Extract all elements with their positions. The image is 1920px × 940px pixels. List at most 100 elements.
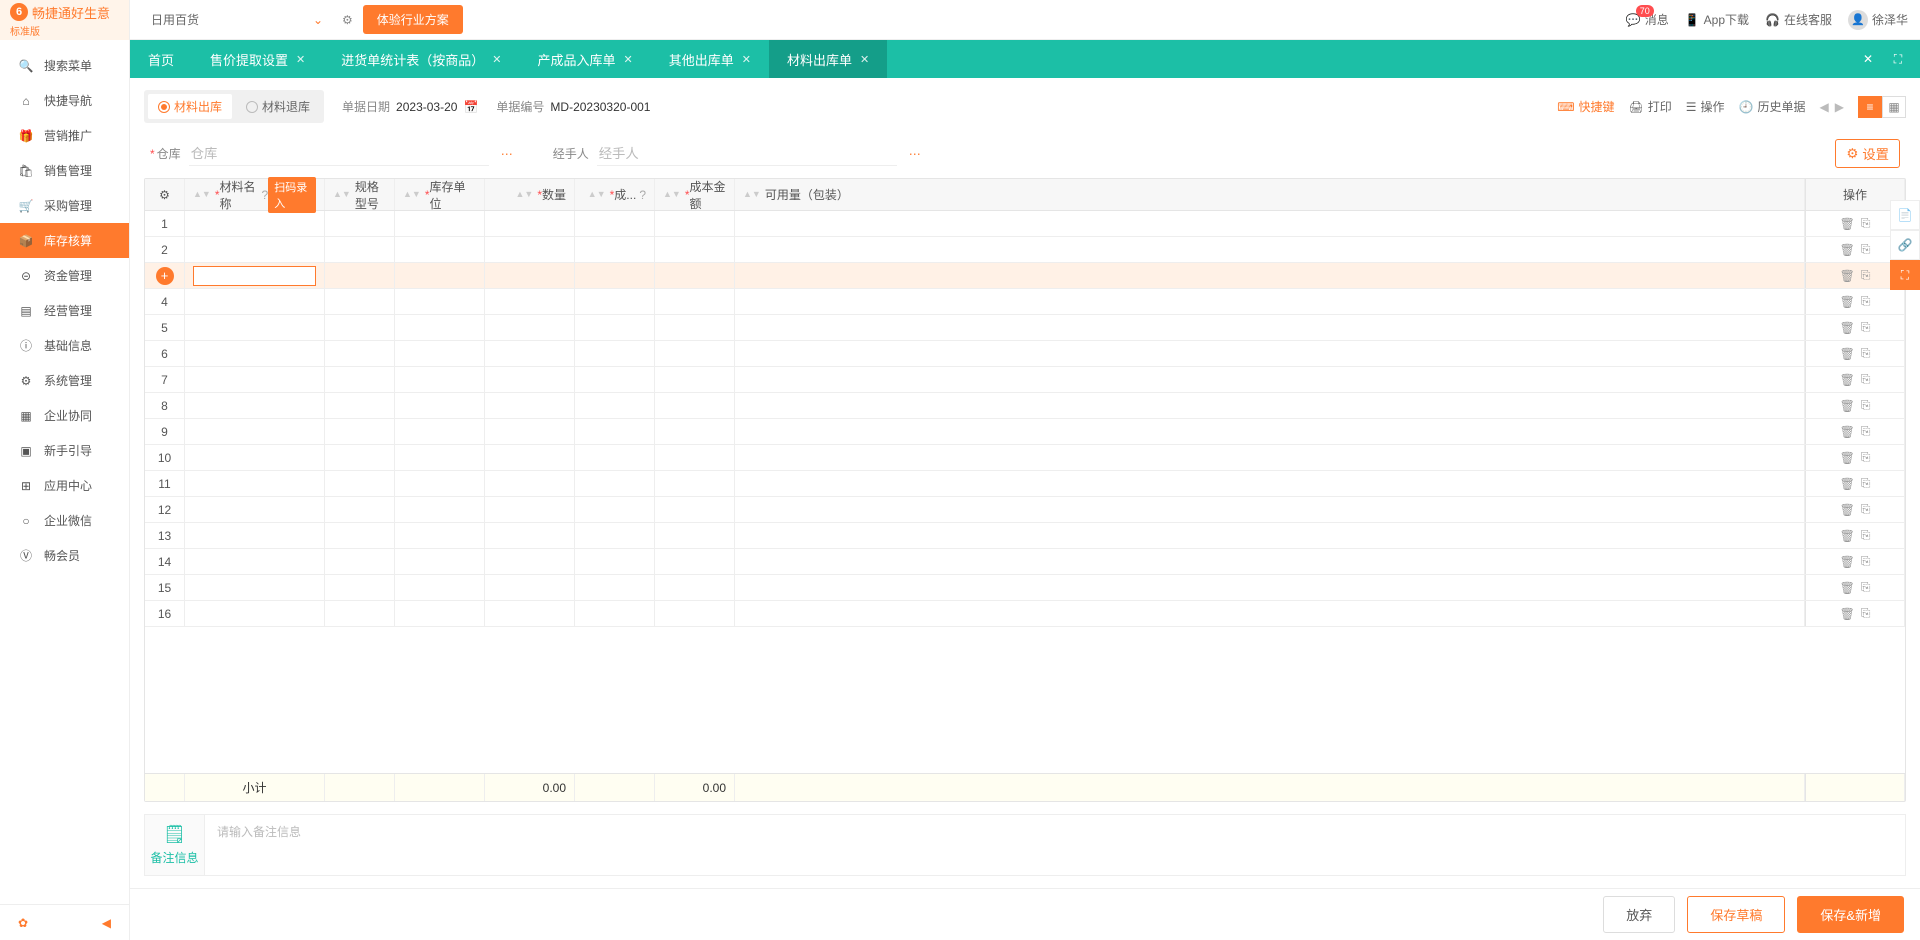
add-row-icon[interactable]: + bbox=[156, 267, 174, 285]
table-row[interactable]: 8🗑⎘ bbox=[145, 393, 1905, 419]
delete-icon[interactable]: 🗑 bbox=[1840, 581, 1855, 595]
tab-3[interactable]: 产成品入库单✕ bbox=[519, 40, 650, 78]
delete-icon[interactable]: 🗑 bbox=[1840, 373, 1855, 387]
table-row[interactable]: 1🗑⎘ bbox=[145, 211, 1905, 237]
copy-icon[interactable]: ⎘ bbox=[1861, 346, 1871, 361]
copy-icon[interactable]: ⎘ bbox=[1861, 242, 1871, 257]
copy-icon[interactable]: ⎘ bbox=[1861, 398, 1871, 413]
sidebar-item-11[interactable]: ▣新手引导 bbox=[0, 433, 129, 468]
view-card-button[interactable]: ▦ bbox=[1882, 96, 1906, 118]
close-icon[interactable]: ✕ bbox=[742, 53, 751, 66]
settings-icon[interactable]: ✿ bbox=[18, 916, 28, 930]
delete-icon[interactable]: 🗑 bbox=[1840, 295, 1855, 309]
sort-icon[interactable]: ▲▼ bbox=[663, 191, 681, 198]
table-row[interactable]: 2🗑⎘ bbox=[145, 237, 1905, 263]
app-download[interactable]: 📱 App下载 bbox=[1685, 11, 1749, 28]
rail-expand-icon[interactable]: ⛶ bbox=[1890, 260, 1920, 290]
sidebar-item-4[interactable]: 🛒采购管理 bbox=[0, 188, 129, 223]
close-icon[interactable]: ✕ bbox=[860, 53, 869, 66]
close-icon[interactable]: ✕ bbox=[624, 53, 633, 66]
sidebar-item-14[interactable]: Ⓥ畅会员 bbox=[0, 538, 129, 573]
sort-icon[interactable]: ▲▼ bbox=[743, 191, 761, 198]
sidebar-item-8[interactable]: ⓘ基础信息 bbox=[0, 328, 129, 363]
delete-icon[interactable]: 🗑 bbox=[1840, 425, 1855, 439]
table-row[interactable]: 13🗑⎘ bbox=[145, 523, 1905, 549]
remarks-input[interactable] bbox=[205, 815, 1905, 875]
copy-icon[interactable]: ⎘ bbox=[1861, 268, 1871, 283]
close-icon[interactable]: ✕ bbox=[296, 53, 305, 66]
material-name-input[interactable] bbox=[193, 266, 316, 286]
sidebar-item-0[interactable]: 🔍搜索菜单 bbox=[0, 48, 129, 83]
table-row[interactable]: 15🗑⎘ bbox=[145, 575, 1905, 601]
delete-icon[interactable]: 🗑 bbox=[1840, 503, 1855, 517]
help-icon[interactable]: ? bbox=[639, 188, 646, 202]
table-row[interactable]: 9🗑⎘ bbox=[145, 419, 1905, 445]
tab-4[interactable]: 其他出库单✕ bbox=[651, 40, 769, 78]
sidebar-item-13[interactable]: ○企业微信 bbox=[0, 503, 129, 538]
sidebar-item-12[interactable]: ⊞应用中心 bbox=[0, 468, 129, 503]
copy-icon[interactable]: ⎘ bbox=[1861, 372, 1871, 387]
sort-icon[interactable]: ▲▼ bbox=[333, 191, 351, 198]
sidebar-item-10[interactable]: ▦企业协同 bbox=[0, 398, 129, 433]
delete-icon[interactable]: 🗑 bbox=[1840, 269, 1855, 283]
delete-icon[interactable]: 🗑 bbox=[1840, 555, 1855, 569]
sidebar-item-6[interactable]: ⊝资金管理 bbox=[0, 258, 129, 293]
help-icon[interactable]: ? bbox=[262, 188, 269, 202]
sidebar-item-9[interactable]: ⚙系统管理 bbox=[0, 363, 129, 398]
table-row[interactable]: 14🗑⎘ bbox=[145, 549, 1905, 575]
collapse-icon[interactable]: ◀ bbox=[102, 916, 111, 930]
rail-link-icon[interactable]: 🔗 bbox=[1890, 230, 1920, 260]
tab-1[interactable]: 售价提取设置✕ bbox=[192, 40, 323, 78]
table-row[interactable]: 10🗑⎘ bbox=[145, 445, 1905, 471]
sort-icon[interactable]: ▲▼ bbox=[588, 191, 606, 198]
sidebar-item-7[interactable]: ▤经营管理 bbox=[0, 293, 129, 328]
gear-icon[interactable]: ⚙ bbox=[342, 13, 353, 27]
history-button[interactable]: 🕘历史单据 bbox=[1739, 98, 1806, 115]
view-list-button[interactable]: ≡ bbox=[1858, 96, 1882, 118]
sidebar-item-2[interactable]: 🎁营销推广 bbox=[0, 118, 129, 153]
delete-icon[interactable]: 🗑 bbox=[1840, 607, 1855, 621]
delete-icon[interactable]: 🗑 bbox=[1840, 451, 1855, 465]
save-draft-button[interactable]: 保存草稿 bbox=[1687, 896, 1785, 933]
copy-icon[interactable]: ⎘ bbox=[1861, 528, 1871, 543]
close-icon[interactable]: ✕ bbox=[492, 53, 501, 66]
save-new-button[interactable]: 保存&新增 bbox=[1797, 896, 1904, 933]
user-menu[interactable]: 👤 徐泽华 bbox=[1848, 10, 1908, 30]
table-row[interactable]: 12🗑⎘ bbox=[145, 497, 1905, 523]
operations-button[interactable]: ☰操作 bbox=[1686, 98, 1725, 115]
table-row[interactable]: 16🗑⎘ bbox=[145, 601, 1905, 627]
tab-5[interactable]: 材料出库单✕ bbox=[769, 40, 887, 78]
copy-icon[interactable]: ⎘ bbox=[1861, 216, 1871, 231]
online-service[interactable]: 🎧 在线客服 bbox=[1765, 11, 1832, 28]
table-row[interactable]: 11🗑⎘ bbox=[145, 471, 1905, 497]
tab-2[interactable]: 进货单统计表（按商品）✕ bbox=[323, 40, 519, 78]
delete-icon[interactable]: 🗑 bbox=[1840, 217, 1855, 231]
warehouse-lookup-icon[interactable]: ⋯ bbox=[501, 147, 513, 161]
gear-icon[interactable]: ⚙ bbox=[159, 188, 170, 202]
copy-icon[interactable]: ⎘ bbox=[1861, 424, 1871, 439]
copy-icon[interactable]: ⎘ bbox=[1861, 450, 1871, 465]
table-settings-button[interactable]: ⚙设置 bbox=[1835, 139, 1900, 168]
tab-close-all-icon[interactable]: ✕ bbox=[1858, 49, 1878, 69]
handler-lookup-icon[interactable]: ⋯ bbox=[909, 147, 921, 161]
workspace-select[interactable]: 日用百货 ⌄ bbox=[142, 6, 332, 33]
prev-icon[interactable]: ◀ bbox=[1820, 100, 1829, 114]
delete-icon[interactable]: 🗑 bbox=[1840, 243, 1855, 257]
copy-icon[interactable]: ⎘ bbox=[1861, 294, 1871, 309]
next-icon[interactable]: ▶ bbox=[1835, 100, 1844, 114]
copy-icon[interactable]: ⎘ bbox=[1861, 580, 1871, 595]
remarks-tab[interactable]: 🗒 备注信息 bbox=[145, 815, 205, 875]
sort-icon[interactable]: ▲▼ bbox=[403, 191, 421, 198]
table-row[interactable]: 7🗑⎘ bbox=[145, 367, 1905, 393]
table-row[interactable]: 5🗑⎘ bbox=[145, 315, 1905, 341]
sort-icon[interactable]: ▲▼ bbox=[193, 191, 211, 198]
experience-button[interactable]: 体验行业方案 bbox=[363, 5, 463, 34]
copy-icon[interactable]: ⎘ bbox=[1861, 606, 1871, 621]
hotkeys-button[interactable]: ⌨快捷键 bbox=[1557, 98, 1614, 115]
handler-input[interactable] bbox=[597, 142, 897, 166]
doc-type-1[interactable]: 材料退库 bbox=[236, 94, 320, 119]
sidebar-item-3[interactable]: 🛍销售管理 bbox=[0, 153, 129, 188]
date-value[interactable]: 2023-03-20 bbox=[396, 100, 457, 114]
delete-icon[interactable]: 🗑 bbox=[1840, 529, 1855, 543]
delete-icon[interactable]: 🗑 bbox=[1840, 477, 1855, 491]
